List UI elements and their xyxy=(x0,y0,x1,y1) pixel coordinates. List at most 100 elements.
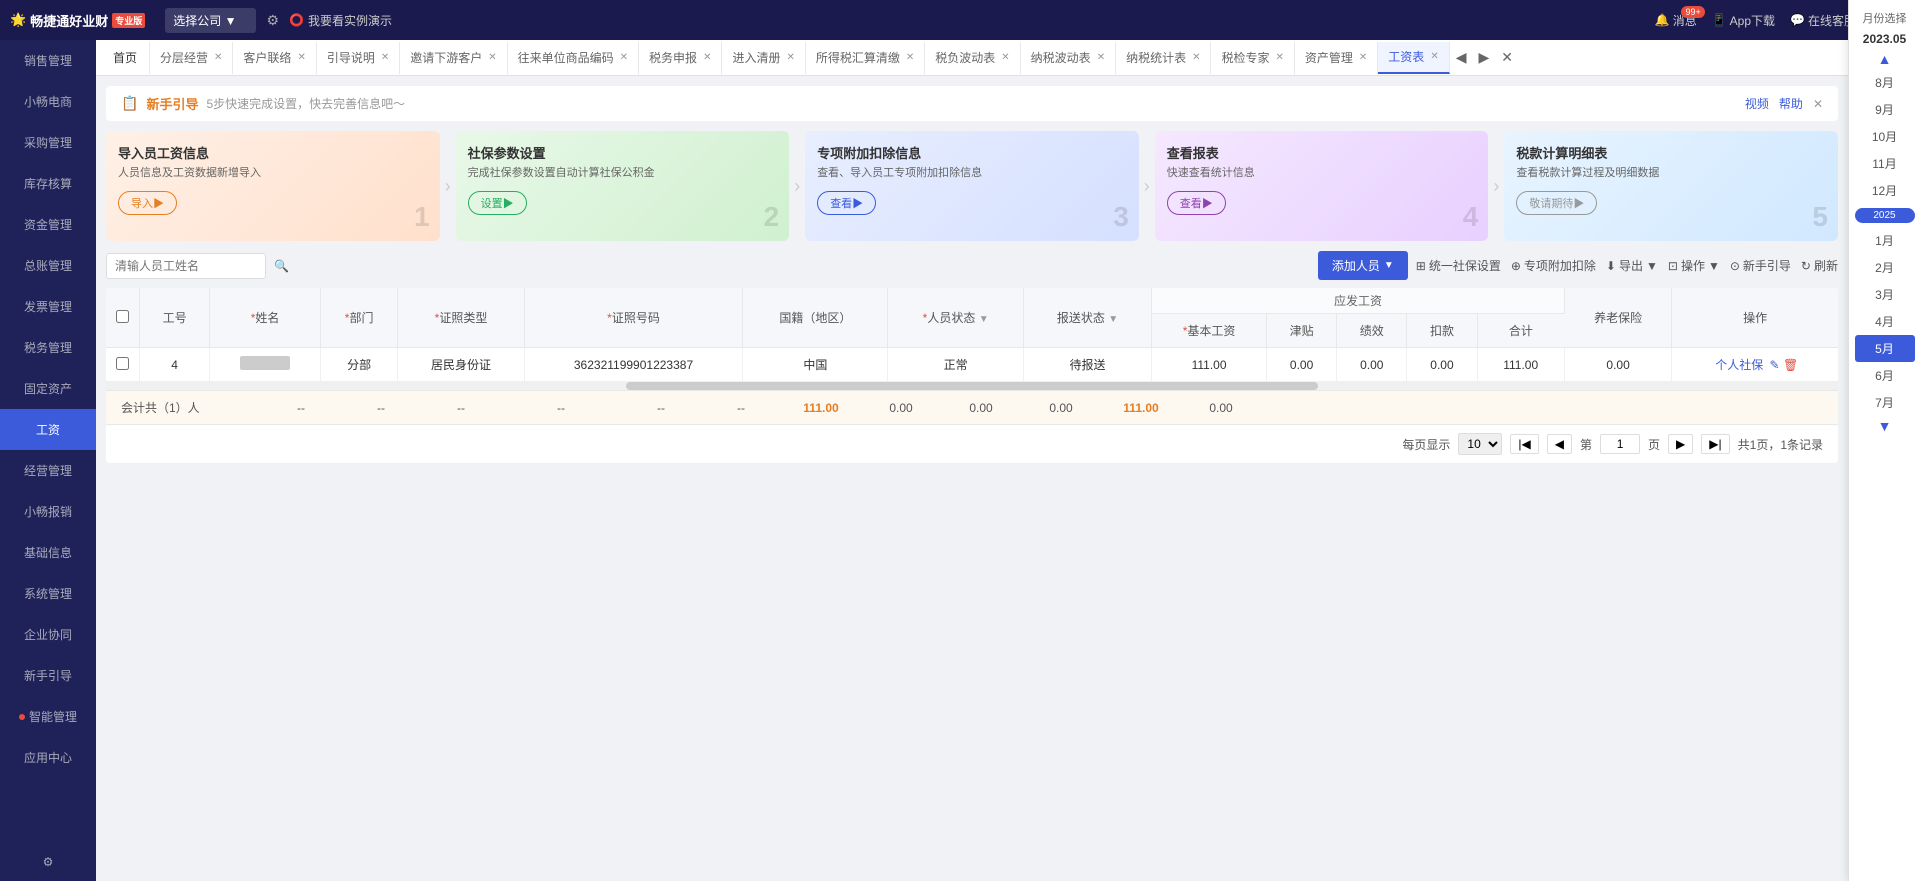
month-item-5[interactable]: 5月 xyxy=(1855,335,1915,362)
sidebar-item-collab[interactable]: 企业协同 xyxy=(0,614,96,655)
step-5-btn[interactable]: 敬请期待▶ xyxy=(1516,191,1597,215)
app-download-button[interactable]: 📱 App下载 xyxy=(1712,12,1775,29)
action-delete-icon[interactable]: 🗑 xyxy=(1783,358,1798,372)
tab-close-customer[interactable]: ✕ xyxy=(297,52,305,63)
report-filter-icon[interactable]: ▼ xyxy=(1108,314,1118,325)
new-guide-btn[interactable]: ⊙ 新手引导 xyxy=(1730,257,1791,274)
sidebar-item-ledger[interactable]: 总账管理 xyxy=(0,245,96,286)
tab-home[interactable]: 首页 xyxy=(101,42,150,74)
action-personal-social-btn[interactable]: 个人社保 xyxy=(1715,358,1763,372)
month-item-1[interactable]: 1月 xyxy=(1855,227,1915,254)
tab-close-stats[interactable]: ✕ xyxy=(1192,52,1200,63)
tab-product-code[interactable]: 往来单位商品编码 ✕ xyxy=(508,42,639,74)
tab-tax-fluctuation[interactable]: 纳税波动表 ✕ xyxy=(1021,42,1116,74)
tab-tax-filing[interactable]: 税务申报 ✕ xyxy=(639,42,722,74)
tab-close-asset[interactable]: ✕ xyxy=(1359,52,1367,63)
tab-tax-stats[interactable]: 纳税统计表 ✕ xyxy=(1116,42,1211,74)
tab-nav-right[interactable]: ▶ xyxy=(1472,49,1495,66)
tab-close-stratified[interactable]: ✕ xyxy=(214,52,222,63)
page-last-btn[interactable]: ▶| xyxy=(1701,434,1729,454)
sidebar-item-assets[interactable]: 固定资产 xyxy=(0,368,96,409)
step-3-btn[interactable]: 查看▶ xyxy=(817,191,876,215)
tab-close-guide[interactable]: ✕ xyxy=(381,52,389,63)
sidebar-item-payroll[interactable]: 工资 xyxy=(0,409,96,450)
page-first-btn[interactable]: |◀ xyxy=(1510,434,1538,454)
month-item-10[interactable]: 10月 xyxy=(1855,123,1915,150)
sidebar-item-inventory[interactable]: 库存核算 xyxy=(0,163,96,204)
sidebar-item-ecommerce[interactable]: 小畅电商 xyxy=(0,81,96,122)
search-input[interactable] xyxy=(106,253,266,279)
month-item-11[interactable]: 11月 xyxy=(1855,150,1915,177)
tab-tax-burden[interactable]: 税负波动表 ✕ xyxy=(925,42,1020,74)
month-item-12[interactable]: 12月 xyxy=(1855,177,1915,204)
month-item-6[interactable]: 6月 xyxy=(1855,362,1915,389)
sidebar-item-finance[interactable]: 资金管理 xyxy=(0,204,96,245)
page-num-input[interactable] xyxy=(1600,434,1640,454)
step-4-btn[interactable]: 查看▶ xyxy=(1167,191,1226,215)
online-service-button[interactable]: 💬 在线客服 xyxy=(1790,12,1856,29)
tab-clearing[interactable]: 进入清册 ✕ xyxy=(722,42,805,74)
export-btn[interactable]: ⬇ 导出 ▼ xyxy=(1606,257,1658,274)
sidebar-item-app-center[interactable]: 应用中心 xyxy=(0,737,96,778)
status-filter-icon[interactable]: ▼ xyxy=(979,314,989,325)
tab-close-fluctuation[interactable]: ✕ xyxy=(1097,52,1105,63)
tab-invite[interactable]: 邀请下游客户 ✕ xyxy=(400,42,507,74)
month-item-4[interactable]: 4月 xyxy=(1855,308,1915,335)
sidebar-item-tax[interactable]: 税务管理 xyxy=(0,327,96,368)
table-scroll-bar[interactable] xyxy=(106,382,1838,390)
per-page-select[interactable]: 10 20 50 xyxy=(1458,433,1502,455)
tab-guide-info[interactable]: 引导说明 ✕ xyxy=(317,42,400,74)
tab-close-income[interactable]: ✕ xyxy=(906,52,914,63)
tab-close-clearing[interactable]: ✕ xyxy=(786,52,794,63)
guide-video-btn[interactable]: 视频 xyxy=(1745,95,1769,112)
sidebar-item-settings[interactable]: ⚙ xyxy=(0,843,96,881)
tab-close-invite[interactable]: ✕ xyxy=(488,52,496,63)
tab-payroll[interactable]: 工资表 ✕ xyxy=(1378,42,1449,74)
tab-nav-left[interactable]: ◀ xyxy=(1450,49,1473,66)
sidebar-item-system[interactable]: 系统管理 xyxy=(0,573,96,614)
select-all-checkbox[interactable] xyxy=(116,310,129,323)
add-employee-button[interactable]: 添加人员 ▼ xyxy=(1318,251,1408,280)
action-edit-icon[interactable]: ✎ xyxy=(1770,358,1780,372)
company-dropdown[interactable]: 选择公司 ▼ xyxy=(165,8,256,33)
month-nav-down[interactable]: ▼ xyxy=(1875,416,1895,436)
search-icon[interactable]: 🔍 xyxy=(274,259,289,273)
step-1-btn[interactable]: 导入▶ xyxy=(118,191,177,215)
sidebar-item-operations[interactable]: 经营管理 xyxy=(0,450,96,491)
sidebar-item-purchase[interactable]: 采购管理 xyxy=(0,122,96,163)
sidebar-item-invoice[interactable]: 发票管理 xyxy=(0,286,96,327)
refresh-btn[interactable]: ↻ 刷新 xyxy=(1801,257,1838,274)
month-nav-up[interactable]: ▲ xyxy=(1875,49,1895,69)
sidebar-item-ai[interactable]: 智能管理 xyxy=(0,696,96,737)
tab-close-all[interactable]: ✕ xyxy=(1495,49,1519,66)
month-item-2[interactable]: 2月 xyxy=(1855,254,1915,281)
tab-close-expert[interactable]: ✕ xyxy=(1276,52,1284,63)
guide-close-icon[interactable]: ✕ xyxy=(1813,97,1823,111)
sidebar-item-guide[interactable]: 新手引导 xyxy=(0,655,96,696)
guide-help-btn[interactable]: 帮助 xyxy=(1779,95,1803,112)
sidebar-item-basic-info[interactable]: 基础信息 xyxy=(0,532,96,573)
tab-asset-mgmt[interactable]: 资产管理 ✕ xyxy=(1295,42,1378,74)
page-next-btn[interactable]: ▶ xyxy=(1668,434,1693,454)
tab-close-burden[interactable]: ✕ xyxy=(1001,52,1009,63)
tab-close-tax[interactable]: ✕ xyxy=(703,52,711,63)
month-item-7[interactable]: 7月 xyxy=(1855,389,1915,416)
tab-income-tax[interactable]: 所得税汇算清缴 ✕ xyxy=(806,42,925,74)
row-checkbox[interactable] xyxy=(116,357,129,370)
demo-button[interactable]: ⭕ 我要看实例演示 xyxy=(289,12,392,29)
special-deduction-btn[interactable]: ⊕ 专项附加扣除 xyxy=(1511,257,1596,274)
tab-stratified[interactable]: 分层经营 ✕ xyxy=(150,42,233,74)
sidebar-item-expense[interactable]: 小畅报销 xyxy=(0,491,96,532)
month-item-3[interactable]: 3月 xyxy=(1855,281,1915,308)
unified-settings-btn[interactable]: ⊞ 统一社保设置 xyxy=(1416,257,1501,274)
operate-btn[interactable]: ⊡ 操作 ▼ xyxy=(1668,257,1720,274)
tab-close-payroll[interactable]: ✕ xyxy=(1430,51,1438,62)
tab-customer[interactable]: 客户联络 ✕ xyxy=(233,42,316,74)
tab-close-product[interactable]: ✕ xyxy=(620,52,628,63)
settings-icon[interactable]: ⚙ xyxy=(266,12,279,29)
month-item-8[interactable]: 8月 xyxy=(1855,69,1915,96)
sidebar-item-sales[interactable]: 销售管理 xyxy=(0,40,96,81)
page-prev-btn[interactable]: ◀ xyxy=(1547,434,1572,454)
notification-button[interactable]: 🔔 消息 99+ xyxy=(1655,12,1697,29)
tab-tax-expert[interactable]: 税检专家 ✕ xyxy=(1211,42,1294,74)
